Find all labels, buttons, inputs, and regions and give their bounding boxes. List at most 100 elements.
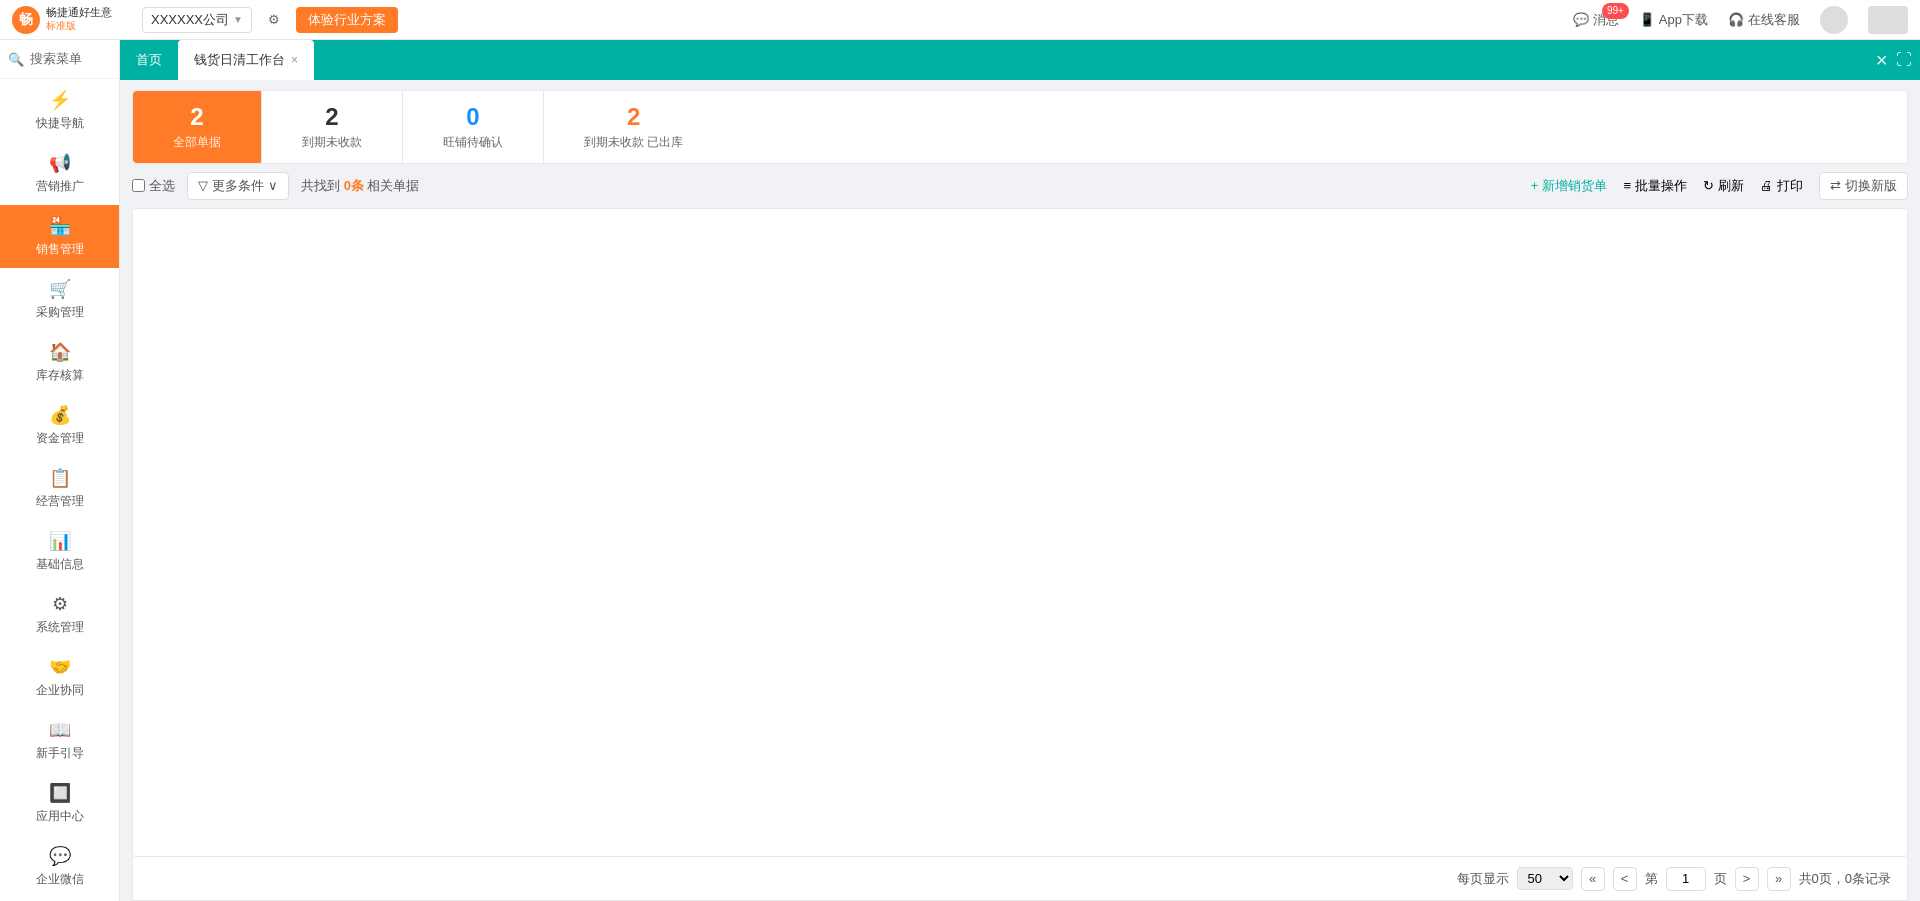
- last-page-button[interactable]: »: [1767, 867, 1791, 891]
- message-item[interactable]: 💬 消息 99+: [1573, 11, 1619, 29]
- sidebar-label-wechat: 企业微信: [36, 871, 84, 888]
- sidebar-label-apps: 应用中心: [36, 808, 84, 825]
- sidebar-item-sales[interactable]: 🏪 销售管理: [0, 205, 119, 268]
- page-size-label: 每页显示: [1457, 870, 1509, 888]
- stat-overdue-label: 到期未收款: [302, 134, 362, 151]
- logo-badge: 标准版: [46, 19, 112, 33]
- app-download-item[interactable]: 📱 App下载: [1639, 11, 1708, 29]
- sidebar-item-guide[interactable]: 📖 新手引导: [0, 709, 119, 772]
- stat-all-label: 全部单据: [173, 134, 221, 151]
- tab-expand-icon[interactable]: ⛶: [1896, 51, 1912, 69]
- sidebar-item-apps[interactable]: 🔲 应用中心: [0, 772, 119, 835]
- sidebar-label-marketing: 营销推广: [36, 178, 84, 195]
- sidebar-label-enterprise: 企业协同: [36, 682, 84, 699]
- content-area: 首页 钱货日清工作台 × ✕ ⛶ 2 全部单据 2 到期未收款: [120, 40, 1920, 901]
- select-all-input[interactable]: [132, 179, 145, 192]
- stat-wangpu[interactable]: 0 旺铺待确认: [403, 91, 544, 163]
- sidebar-label-sales: 销售管理: [36, 241, 84, 258]
- message-icon: 💬: [1573, 12, 1589, 27]
- print-label: 打印: [1777, 177, 1803, 195]
- stat-all-number: 2: [190, 103, 203, 132]
- first-page-button[interactable]: «: [1581, 867, 1605, 891]
- pagination-bar: 每页显示 50 100 200 « < 第 页 > » 共0页，0条记录: [132, 857, 1908, 901]
- online-service-item[interactable]: 🎧 在线客服: [1728, 11, 1800, 29]
- filter-bar-right: + 新增销货单 ≡ 批量操作 ↻ 刷新 🖨 打印: [1531, 172, 1908, 200]
- page-size-select[interactable]: 50 100 200: [1517, 867, 1573, 890]
- sidebar-search[interactable]: 🔍 搜索菜单: [0, 40, 119, 79]
- sidebar-item-marketing[interactable]: 📢 营销推广: [0, 142, 119, 205]
- print-button[interactable]: 🖨 打印: [1760, 177, 1803, 195]
- switch-new-version-button[interactable]: ⇄ 切换新版: [1819, 172, 1908, 200]
- tab-close-icon[interactable]: ×: [291, 53, 298, 67]
- user-name-area[interactable]: [1868, 6, 1908, 34]
- stat-all[interactable]: 2 全部单据: [133, 91, 262, 163]
- sidebar-label-guide: 新手引导: [36, 745, 84, 762]
- lightning-icon: ⚡: [49, 89, 71, 111]
- inner-page: 2 全部单据 2 到期未收款 0 旺铺待确认 2 到期未收款 已出库: [120, 80, 1920, 901]
- print-icon: 🖨: [1760, 178, 1773, 193]
- enterprise-icon: 🤝: [49, 656, 71, 678]
- plus-icon: +: [1531, 178, 1539, 193]
- purchase-icon: 🛒: [49, 278, 71, 300]
- sales-icon: 🏪: [49, 215, 71, 237]
- tab-workbench-label: 钱货日清工作台: [194, 51, 285, 69]
- tab-workbench[interactable]: 钱货日清工作台 ×: [178, 40, 314, 80]
- switch-label: 切换新版: [1845, 177, 1897, 195]
- guide-icon: 📖: [49, 719, 71, 741]
- sidebar-label-operations: 经营管理: [36, 493, 84, 510]
- apps-icon: 🔲: [49, 782, 71, 804]
- refresh-button[interactable]: ↻ 刷新: [1703, 177, 1744, 195]
- table-area: [132, 208, 1908, 857]
- company-selector[interactable]: XXXXXX公司 ▼: [142, 7, 252, 33]
- sidebar-label-quick-nav: 快捷导航: [36, 115, 84, 132]
- sidebar-item-funds[interactable]: 💰 资金管理: [0, 394, 119, 457]
- operations-icon: 📋: [49, 467, 71, 489]
- stat-wangpu-number: 0: [466, 103, 479, 132]
- avatar[interactable]: [1820, 6, 1848, 34]
- service-icon: 🎧: [1728, 12, 1744, 27]
- search-menu-label: 搜索菜单: [30, 50, 82, 68]
- sidebar-label-basic-info: 基础信息: [36, 556, 84, 573]
- sidebar-item-wechat[interactable]: 💬 企业微信: [0, 835, 119, 898]
- stat-overdue[interactable]: 2 到期未收款: [262, 91, 403, 163]
- chevron-down-icon: ∨: [268, 178, 278, 193]
- sidebar-item-enterprise[interactable]: 🤝 企业协同: [0, 646, 119, 709]
- sidebar-item-quick-nav[interactable]: ⚡ 快捷导航: [0, 79, 119, 142]
- tab-bar: 首页 钱货日清工作台 × ✕ ⛶: [120, 40, 1920, 80]
- select-all-checkbox[interactable]: 全选: [132, 177, 175, 195]
- tab-minimize-icon[interactable]: ✕: [1875, 51, 1888, 70]
- funds-icon: 💰: [49, 404, 71, 426]
- experience-button[interactable]: 体验行业方案: [296, 7, 398, 33]
- stat-shipped[interactable]: 2 到期未收款 已出库: [544, 91, 723, 163]
- header-right: 💬 消息 99+ 📱 App下载 🎧 在线客服: [1573, 6, 1908, 34]
- sidebar-item-basic-info[interactable]: 📊 基础信息: [0, 520, 119, 583]
- marketing-icon: 📢: [49, 152, 71, 174]
- refresh-label: 刷新: [1718, 177, 1744, 195]
- sidebar-item-inventory[interactable]: 🏠 库存核算: [0, 331, 119, 394]
- sidebar-label-system: 系统管理: [36, 619, 84, 636]
- sidebar-item-purchase[interactable]: 🛒 采购管理: [0, 268, 119, 331]
- sidebar: 🔍 搜索菜单 ⚡ 快捷导航 📢 营销推广 🏪 销售管理 🛒 采购管理 🏠 库存核…: [0, 40, 120, 901]
- sidebar-item-system[interactable]: ⚙ 系统管理: [0, 583, 119, 646]
- settings-icon[interactable]: ⚙: [260, 6, 288, 34]
- tab-home[interactable]: 首页: [120, 40, 178, 80]
- batch-icon: ≡: [1623, 178, 1631, 193]
- basic-info-icon: 📊: [49, 530, 71, 552]
- total-records: 共0页，0条记录: [1799, 870, 1891, 888]
- batch-operation-button[interactable]: ≡ 批量操作: [1623, 177, 1687, 195]
- page-label: 第: [1645, 870, 1658, 888]
- prev-page-button[interactable]: <: [1613, 867, 1637, 891]
- new-sales-button[interactable]: + 新增销货单: [1531, 177, 1608, 195]
- sidebar-label-inventory: 库存核算: [36, 367, 84, 384]
- refresh-icon: ↻: [1703, 178, 1714, 193]
- logo-area: 畅 畅捷通好生意 标准版: [12, 6, 132, 34]
- more-filter-button[interactable]: ▽ 更多条件 ∨: [187, 172, 289, 200]
- next-page-button[interactable]: >: [1735, 867, 1759, 891]
- online-service-label: 在线客服: [1748, 11, 1800, 29]
- tab-bar-right: ✕ ⛶: [1875, 51, 1920, 70]
- top-header: 畅 畅捷通好生意 标准版 XXXXXX公司 ▼ ⚙ 体验行业方案 💬 消息 99…: [0, 0, 1920, 40]
- system-icon: ⚙: [52, 593, 68, 615]
- page-input[interactable]: [1666, 867, 1706, 891]
- sidebar-item-operations[interactable]: 📋 经营管理: [0, 457, 119, 520]
- stat-wangpu-label: 旺铺待确认: [443, 134, 503, 151]
